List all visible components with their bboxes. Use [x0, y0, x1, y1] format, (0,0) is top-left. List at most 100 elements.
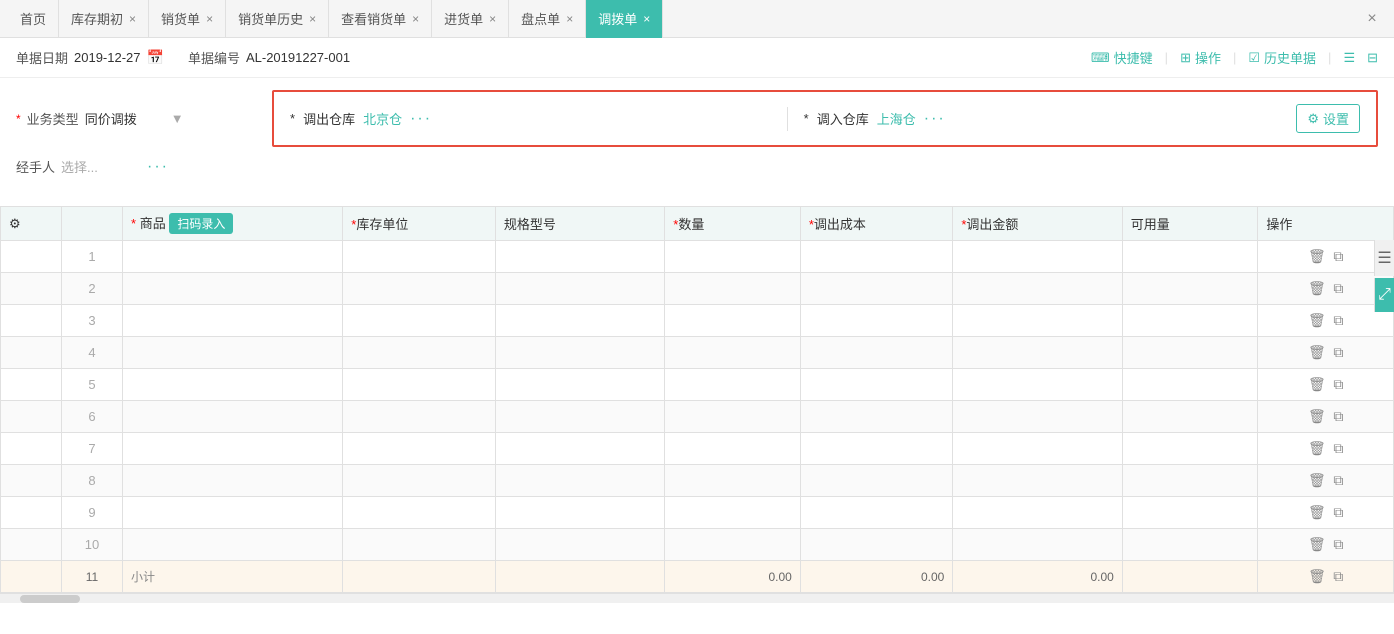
- row-qty-cell[interactable]: [665, 529, 801, 561]
- operation-button[interactable]: ⊞ 操作: [1180, 48, 1221, 67]
- row-cost-cell[interactable]: [800, 369, 953, 401]
- tab-transfer[interactable]: 调拨单 ×: [586, 0, 663, 38]
- handler-input[interactable]: 选择...: [61, 157, 141, 176]
- row-product-cell[interactable]: [123, 337, 343, 369]
- row-cost-cell[interactable]: [800, 241, 953, 273]
- row-qty-cell[interactable]: [665, 401, 801, 433]
- row-cost-cell[interactable]: [800, 529, 953, 561]
- row-amount-cell[interactable]: [953, 273, 1122, 305]
- delete-icon[interactable]: 🗑: [1308, 408, 1326, 424]
- row-spec-cell[interactable]: [495, 465, 664, 497]
- delete-icon[interactable]: 🗑: [1308, 344, 1326, 360]
- row-qty-cell[interactable]: [665, 241, 801, 273]
- warehouse-in-value[interactable]: 上海仓: [877, 109, 916, 128]
- row-unit-cell[interactable]: [343, 241, 496, 273]
- copy-icon[interactable]: ⧉: [1333, 568, 1343, 584]
- layout-button1[interactable]: ☰: [1343, 50, 1355, 66]
- row-unit-cell[interactable]: [343, 273, 496, 305]
- delete-icon[interactable]: 🗑: [1308, 280, 1326, 296]
- copy-icon[interactable]: ⧉: [1333, 280, 1343, 296]
- row-qty-cell[interactable]: [665, 273, 801, 305]
- row-product-cell[interactable]: [123, 241, 343, 273]
- copy-icon[interactable]: ⧉: [1333, 440, 1343, 456]
- business-type-value[interactable]: 同价调拨: [85, 109, 165, 128]
- row-spec-cell[interactable]: [495, 337, 664, 369]
- copy-icon[interactable]: ⧉: [1333, 504, 1343, 520]
- tab-inventory-init[interactable]: 库存期初 ×: [59, 0, 149, 38]
- row-amount-cell[interactable]: [953, 241, 1122, 273]
- row-amount-cell[interactable]: [953, 497, 1122, 529]
- row-product-cell[interactable]: [123, 433, 343, 465]
- delete-icon[interactable]: 🗑: [1308, 472, 1326, 488]
- right-side-list-icon[interactable]: ☰: [1374, 240, 1394, 276]
- scan-input-button[interactable]: 扫码录入: [169, 213, 233, 234]
- copy-icon[interactable]: ⧉: [1333, 376, 1343, 392]
- calendar-icon[interactable]: 📅: [147, 49, 164, 66]
- row-unit-cell[interactable]: [343, 305, 496, 337]
- tab-stocktake-close[interactable]: ×: [566, 12, 573, 26]
- row-spec-cell[interactable]: [495, 433, 664, 465]
- row-product-cell[interactable]: [123, 465, 343, 497]
- tabs-close-all-button[interactable]: ×: [1358, 5, 1386, 33]
- row-qty-cell[interactable]: [665, 497, 801, 529]
- settings-button[interactable]: ⚙ 设置: [1296, 104, 1360, 133]
- horizontal-scrollbar[interactable]: [0, 593, 1394, 603]
- row-qty-cell[interactable]: [665, 305, 801, 337]
- copy-icon[interactable]: ⧉: [1333, 408, 1343, 424]
- delete-icon[interactable]: 🗑: [1308, 536, 1326, 552]
- row-qty-cell[interactable]: [665, 433, 801, 465]
- tab-view-sales[interactable]: 查看销货单 ×: [329, 0, 432, 38]
- row-spec-cell[interactable]: [495, 497, 664, 529]
- row-unit-cell[interactable]: [343, 433, 496, 465]
- copy-icon[interactable]: ⧉: [1333, 312, 1343, 328]
- delete-icon[interactable]: 🗑: [1308, 312, 1326, 328]
- row-cost-cell[interactable]: [800, 273, 953, 305]
- row-cost-cell[interactable]: [800, 401, 953, 433]
- copy-icon[interactable]: ⧉: [1333, 536, 1343, 552]
- row-amount-cell[interactable]: [953, 305, 1122, 337]
- tab-stocktake[interactable]: 盘点单 ×: [509, 0, 586, 38]
- row-amount-cell[interactable]: [953, 529, 1122, 561]
- row-qty-cell[interactable]: [665, 337, 801, 369]
- row-cost-cell[interactable]: [800, 337, 953, 369]
- right-side-expand-icon[interactable]: ⤢: [1374, 278, 1394, 312]
- row-unit-cell[interactable]: [343, 529, 496, 561]
- tab-sales-order[interactable]: 销货单 ×: [149, 0, 226, 38]
- warehouse-in-more-icon[interactable]: ···: [924, 110, 946, 128]
- row-product-cell[interactable]: [123, 401, 343, 433]
- row-qty-cell[interactable]: [665, 369, 801, 401]
- tab-sales-order-close[interactable]: ×: [206, 12, 213, 26]
- handler-more-icon[interactable]: ···: [147, 158, 169, 176]
- history-button[interactable]: ☑ 历史单据: [1248, 48, 1316, 67]
- row-spec-cell[interactable]: [495, 305, 664, 337]
- business-type-dropdown-icon[interactable]: ▼: [171, 111, 184, 126]
- col-gear-header[interactable]: ⚙: [1, 207, 62, 241]
- warehouse-out-value[interactable]: 北京仓: [363, 109, 402, 128]
- copy-icon[interactable]: ⧉: [1333, 344, 1343, 360]
- row-product-cell[interactable]: [123, 529, 343, 561]
- warehouse-out-more-icon[interactable]: ···: [410, 110, 432, 128]
- delete-icon[interactable]: 🗑: [1308, 376, 1326, 392]
- row-cost-cell[interactable]: [800, 305, 953, 337]
- row-product-cell[interactable]: [123, 497, 343, 529]
- row-qty-cell[interactable]: [665, 465, 801, 497]
- tab-home[interactable]: 首页: [8, 0, 59, 38]
- row-amount-cell[interactable]: [953, 369, 1122, 401]
- row-spec-cell[interactable]: [495, 241, 664, 273]
- tab-purchase-close[interactable]: ×: [489, 12, 496, 26]
- row-product-cell[interactable]: [123, 369, 343, 401]
- row-amount-cell[interactable]: [953, 337, 1122, 369]
- row-spec-cell[interactable]: [495, 273, 664, 305]
- row-unit-cell[interactable]: [343, 497, 496, 529]
- row-unit-cell[interactable]: [343, 337, 496, 369]
- row-amount-cell[interactable]: [953, 433, 1122, 465]
- layout-button2[interactable]: ⊟: [1367, 50, 1378, 66]
- row-cost-cell[interactable]: [800, 433, 953, 465]
- row-product-cell[interactable]: [123, 305, 343, 337]
- tab-purchase[interactable]: 进货单 ×: [432, 0, 509, 38]
- tab-sales-history[interactable]: 销货单历史 ×: [226, 0, 329, 38]
- tab-transfer-close[interactable]: ×: [643, 12, 650, 26]
- row-amount-cell[interactable]: [953, 465, 1122, 497]
- row-product-cell[interactable]: [123, 273, 343, 305]
- tab-inventory-init-close[interactable]: ×: [129, 12, 136, 26]
